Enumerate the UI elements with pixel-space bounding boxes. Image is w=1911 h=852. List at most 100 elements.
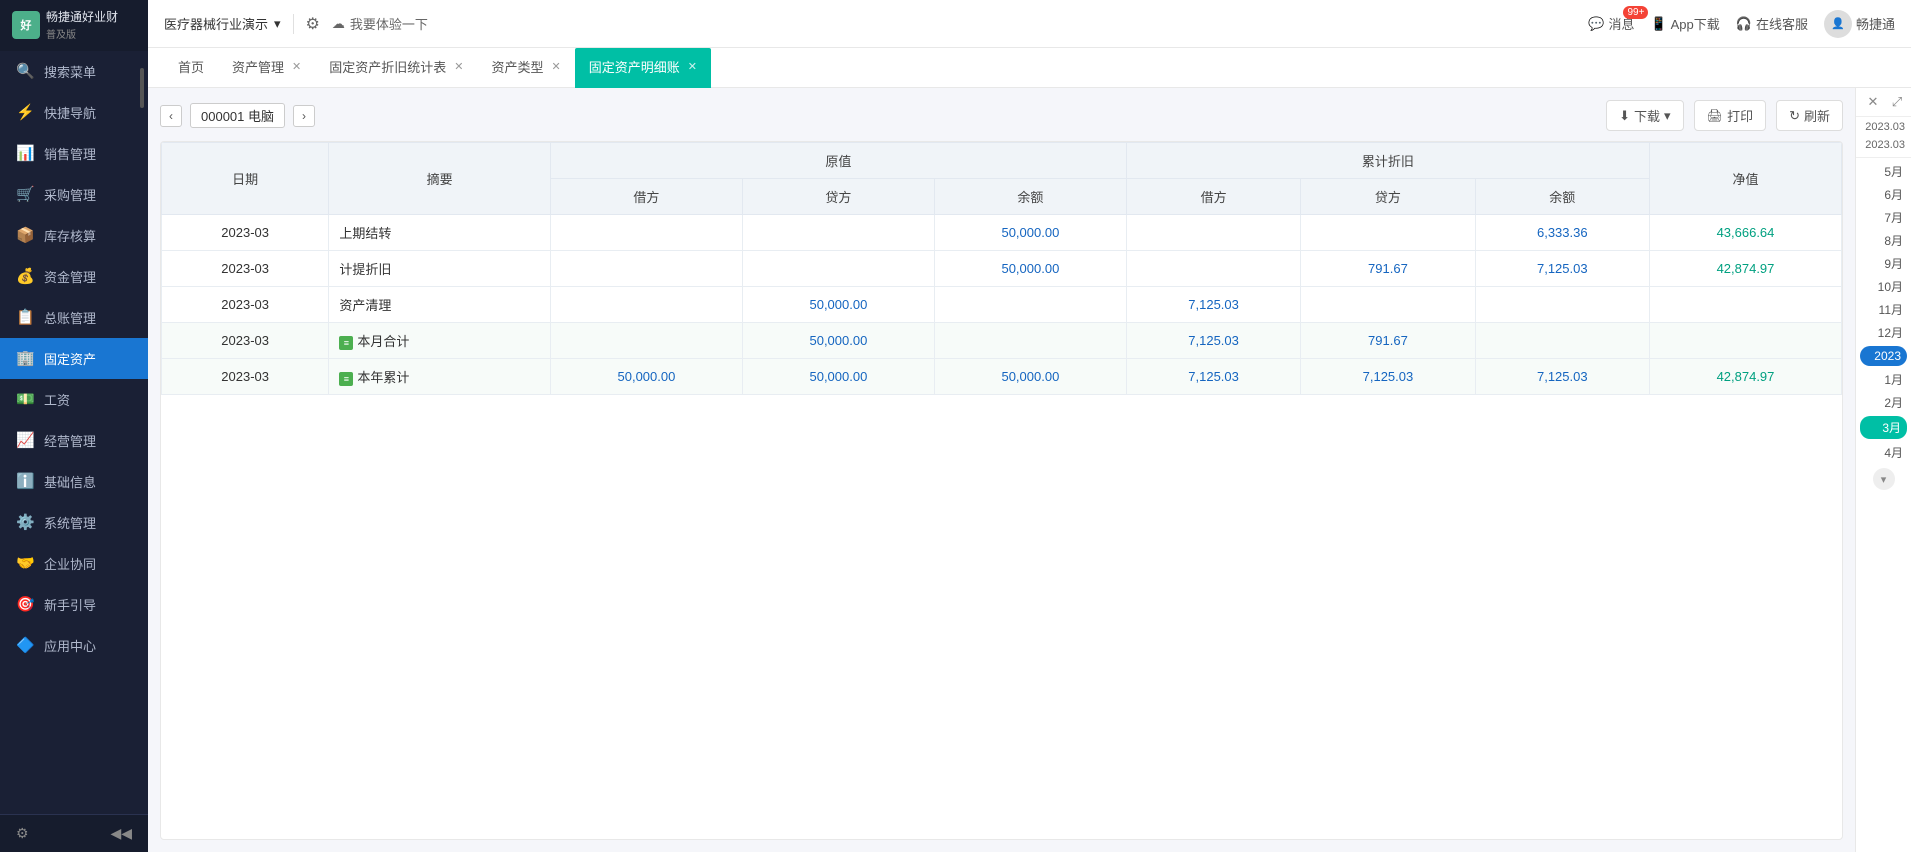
sidebar-item-salary[interactable]: 💵 工资 bbox=[0, 379, 148, 420]
sidebar-item-inventory[interactable]: 📦 库存核算 bbox=[0, 215, 148, 256]
prev-asset-btn[interactable]: ‹ bbox=[160, 105, 182, 127]
timeline-year-badge[interactable]: 2023 bbox=[1860, 346, 1907, 366]
logo-icon: 好 bbox=[12, 11, 40, 39]
close-panel-btn[interactable]: ✕ bbox=[1863, 92, 1883, 112]
tab-asset-detail[interactable]: 固定资产明细账 ✕ bbox=[575, 48, 711, 88]
tab-depreciation-stats[interactable]: 固定资产折旧统计表 ✕ bbox=[315, 48, 477, 88]
customer-service-btn[interactable]: 🎧 在线客服 bbox=[1736, 14, 1808, 33]
table-cell: 42,874.97 bbox=[1649, 359, 1841, 395]
message-badge: 99+ bbox=[1623, 6, 1648, 19]
chart-icon: 📊 bbox=[16, 144, 34, 162]
table-cell: 2023-03 bbox=[162, 359, 329, 395]
month-label: 1月 bbox=[1884, 371, 1903, 388]
print-icon: 🖨 bbox=[1707, 108, 1724, 124]
month-label: 8月 bbox=[1884, 232, 1903, 249]
table-cell: 2023-03 bbox=[162, 215, 329, 251]
download-icon: ⬇ bbox=[1619, 108, 1630, 124]
next-asset-btn[interactable]: › bbox=[293, 105, 315, 127]
month-label: 5月 bbox=[1884, 163, 1903, 180]
sidebar-item-ledger[interactable]: 📋 总账管理 bbox=[0, 297, 148, 338]
sidebar-item-fixed-assets[interactable]: 🏢 固定资产 bbox=[0, 338, 148, 379]
table-cell bbox=[1649, 287, 1841, 323]
table-cell-summary: ≡本年累计 bbox=[329, 359, 551, 395]
timeline-month-3-current[interactable]: 3月 bbox=[1860, 416, 1907, 439]
tab-depreciation-stats-close[interactable]: ✕ bbox=[454, 60, 463, 73]
table-cell bbox=[1475, 323, 1649, 359]
app-download-btn[interactable]: 📱 App下载 bbox=[1650, 14, 1719, 33]
sidebar-item-app-center[interactable]: 🔷 应用中心 bbox=[0, 625, 148, 666]
collapse-icon[interactable]: ◀◀ bbox=[110, 825, 132, 842]
table-cell bbox=[1301, 287, 1475, 323]
tab-depreciation-stats-label: 固定资产折旧统计表 bbox=[329, 57, 446, 76]
timeline-month-2[interactable]: 2月 bbox=[1856, 391, 1911, 414]
month-label: 11月 bbox=[1879, 301, 1903, 318]
timeline-month-10[interactable]: 10月 bbox=[1856, 275, 1911, 298]
table-cell: 2023-03 bbox=[162, 323, 329, 359]
app-icon: 🔷 bbox=[16, 636, 34, 654]
sidebar-item-finance[interactable]: 💰 资金管理 bbox=[0, 256, 148, 297]
company-selector[interactable]: 医疗器械行业演示 ▾ bbox=[164, 14, 281, 33]
timeline-month-11[interactable]: 11月 bbox=[1856, 298, 1911, 321]
timeline-month-7[interactable]: 7月 bbox=[1856, 206, 1911, 229]
table-cell: 50,000.00 bbox=[934, 251, 1126, 287]
tab-home-label: 首页 bbox=[178, 57, 204, 76]
message-btn[interactable]: 💬 消息 99+ bbox=[1588, 14, 1634, 33]
asset-navigation: ‹ 000001 电脑 › bbox=[160, 103, 315, 128]
sidebar-item-guide[interactable]: 🎯 新手引导 bbox=[0, 584, 148, 625]
tab-asset-mgmt-close[interactable]: ✕ bbox=[292, 60, 301, 73]
toolbar-row: ‹ 000001 电脑 › ⬇ 下载 ▾ 🖨 打印 bbox=[160, 100, 1843, 131]
sidebar-item-operations[interactable]: 📈 经营管理 bbox=[0, 420, 148, 461]
settings-bottom-icon[interactable]: ⚙ bbox=[16, 825, 29, 842]
sidebar-item-label: 新手引导 bbox=[44, 595, 96, 614]
info-icon: ℹ️ bbox=[16, 472, 34, 490]
experience-label: 我要体验一下 bbox=[350, 14, 428, 33]
timeline-month-9[interactable]: 9月 bbox=[1856, 252, 1911, 275]
sidebar-item-enterprise[interactable]: 🤝 企业协同 bbox=[0, 543, 148, 584]
tab-home[interactable]: 首页 bbox=[164, 48, 218, 88]
timeline-month-1[interactable]: 1月 bbox=[1856, 368, 1911, 391]
sidebar-item-label: 搜索菜单 bbox=[44, 62, 96, 81]
sidebar-item-system[interactable]: ⚙️ 系统管理 bbox=[0, 502, 148, 543]
sidebar-item-basic-info[interactable]: ℹ️ 基础信息 bbox=[0, 461, 148, 502]
guide-icon: 🎯 bbox=[16, 595, 34, 613]
data-table-wrap: 日期 摘要 原值 累计折旧 净值 借方 贷方 余额 借方 贷方 余额 bbox=[160, 141, 1843, 840]
download-btn[interactable]: ⬇ 下载 ▾ bbox=[1606, 100, 1683, 131]
timeline-date-2: 2023.03 bbox=[1856, 137, 1911, 155]
table-cell bbox=[934, 287, 1126, 323]
sidebar-item-label: 企业协同 bbox=[44, 554, 96, 573]
service-icon: 🎧 bbox=[1736, 16, 1752, 32]
customer-service-label: 在线客服 bbox=[1756, 14, 1808, 33]
table-cell bbox=[742, 251, 934, 287]
table-cell: 50,000.00 bbox=[934, 215, 1126, 251]
main-area: 医疗器械行业演示 ▾ ⚙ ☁ 我要体验一下 💬 消息 99+ 📱 App下载 🎧… bbox=[148, 0, 1911, 852]
timeline-month-6[interactable]: 6月 bbox=[1856, 183, 1911, 206]
print-btn[interactable]: 🖨 打印 bbox=[1694, 100, 1767, 131]
experience-btn[interactable]: ☁ 我要体验一下 bbox=[332, 14, 428, 33]
cloud-icon: ☁ bbox=[332, 16, 345, 32]
search-icon: 🔍 bbox=[16, 62, 34, 80]
sidebar-item-search[interactable]: 🔍 搜索菜单 bbox=[0, 51, 148, 92]
gear-icon: ⚙️ bbox=[16, 513, 34, 531]
timeline-month-12[interactable]: 12月 bbox=[1856, 321, 1911, 344]
tab-asset-mgmt[interactable]: 资产管理 ✕ bbox=[218, 48, 315, 88]
timeline-month-8[interactable]: 8月 bbox=[1856, 229, 1911, 252]
sidebar-item-sales[interactable]: 📊 销售管理 bbox=[0, 133, 148, 174]
tab-asset-type-close[interactable]: ✕ bbox=[552, 60, 561, 73]
timeline-month-4[interactable]: 4月 bbox=[1856, 441, 1911, 464]
tab-asset-detail-close[interactable]: ✕ bbox=[688, 60, 697, 73]
timeline-down-btn[interactable]: ▾ bbox=[1873, 468, 1895, 490]
month-label: 10月 bbox=[1878, 278, 1903, 295]
timeline-month-5[interactable]: 5月 bbox=[1856, 160, 1911, 183]
expand-panel-btn[interactable]: ⤢ bbox=[1887, 92, 1907, 112]
sidebar-item-purchase[interactable]: 🛒 采购管理 bbox=[0, 174, 148, 215]
sidebar-item-quick-nav[interactable]: ⚡ 快捷导航 bbox=[0, 92, 148, 133]
refresh-btn[interactable]: ↻ 刷新 bbox=[1776, 100, 1843, 131]
table-cell: 50,000.00 bbox=[934, 359, 1126, 395]
table-cell: 7,125.03 bbox=[1126, 323, 1300, 359]
table-cell: 791.67 bbox=[1301, 251, 1475, 287]
tab-asset-type[interactable]: 资产类型 ✕ bbox=[477, 48, 574, 88]
month-label: 4月 bbox=[1884, 444, 1903, 461]
sidebar-item-label: 采购管理 bbox=[44, 185, 96, 204]
user-profile[interactable]: 👤 畅捷通 bbox=[1824, 10, 1895, 38]
settings-icon[interactable]: ⚙ bbox=[306, 14, 320, 34]
